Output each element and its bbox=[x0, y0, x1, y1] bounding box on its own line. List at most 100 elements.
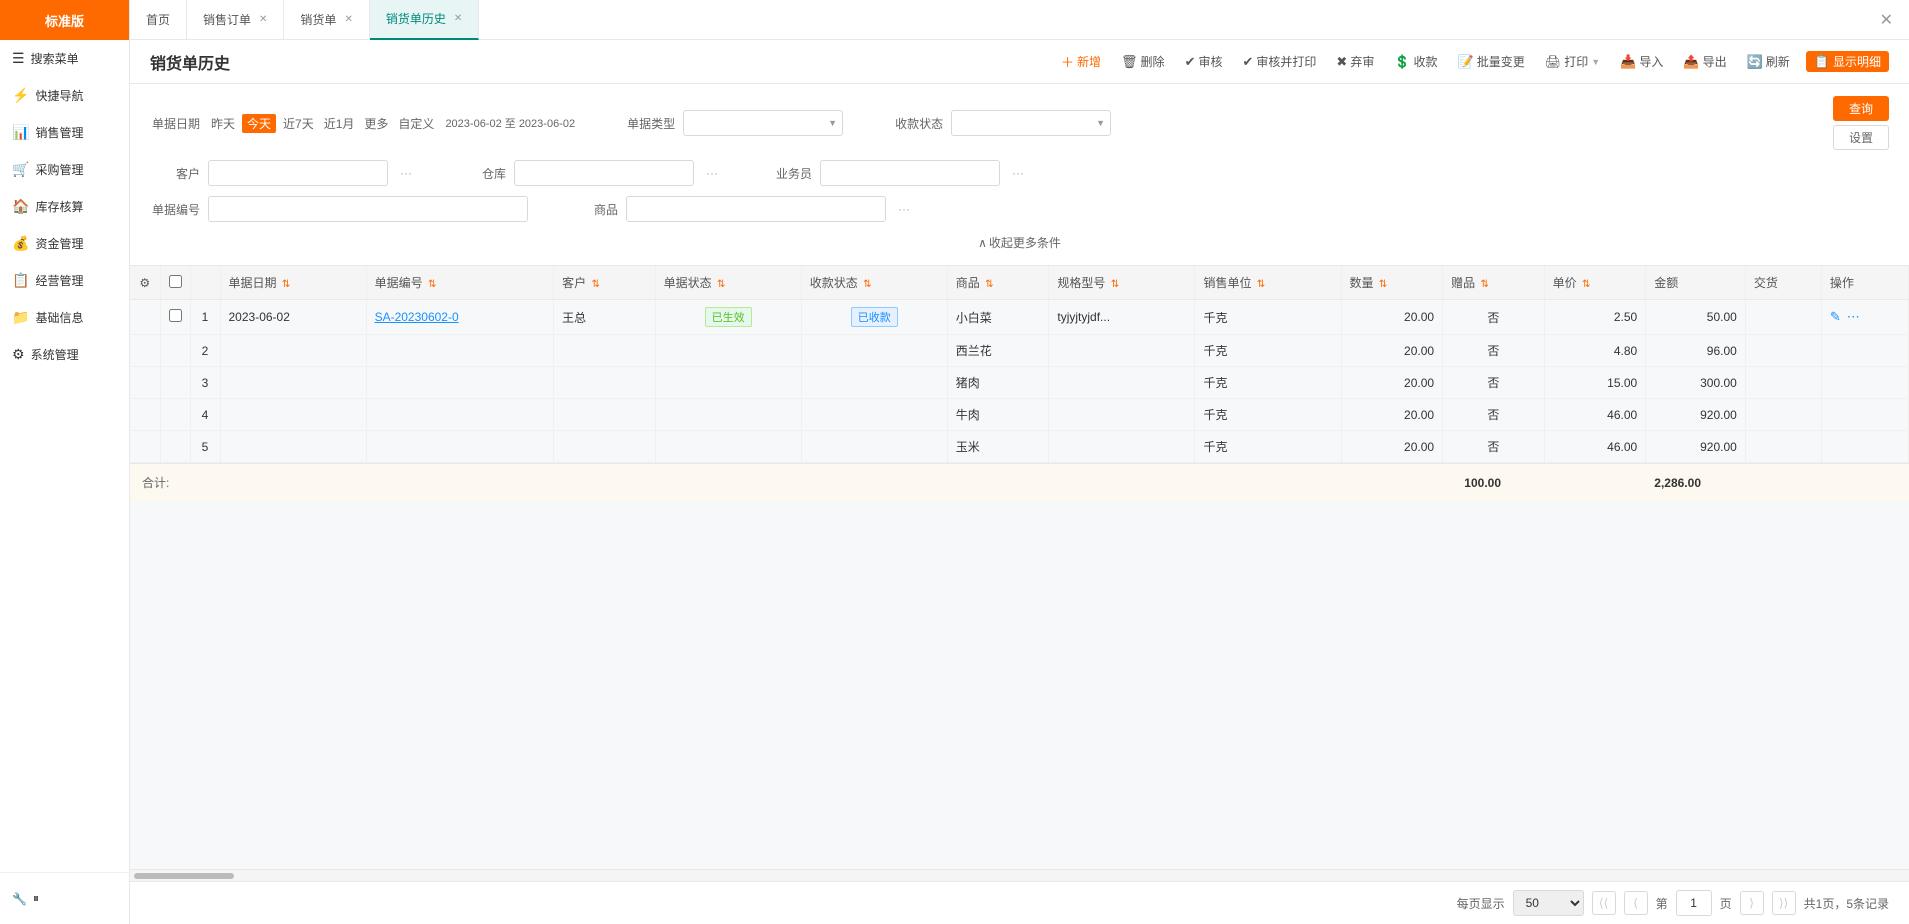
audit-print-button[interactable]: ✔ 审核并打印 bbox=[1238, 51, 1320, 72]
date-today[interactable]: 今天 bbox=[242, 114, 276, 133]
page-next-btn[interactable]: ⟩ bbox=[1740, 891, 1764, 915]
td-goods: 猪肉 bbox=[947, 367, 1049, 399]
refresh-button[interactable]: 🔄 刷新 bbox=[1743, 51, 1794, 72]
sidebar-item-purchase-mgmt[interactable]: 🛒 采购管理 bbox=[0, 151, 129, 188]
batch-change-button[interactable]: 📝 批量变更 bbox=[1454, 51, 1529, 72]
td-check bbox=[160, 367, 190, 399]
show-detail-button[interactable]: 📋 显示明细 bbox=[1806, 51, 1889, 72]
page-first-btn[interactable]: ⟨⟨ bbox=[1592, 891, 1616, 915]
doc-type-select[interactable] bbox=[683, 110, 843, 136]
collect-status-select[interactable] bbox=[951, 110, 1111, 136]
tab-close-sales-goods[interactable]: ✕ bbox=[344, 14, 352, 25]
print-icon: 🖨 bbox=[1545, 54, 1562, 70]
collect-button[interactable]: 💲 收款 bbox=[1390, 51, 1441, 72]
tab-close-sales-order[interactable]: ✕ bbox=[259, 14, 267, 25]
page-number-input[interactable] bbox=[1676, 890, 1712, 916]
th-goods[interactable]: 商品 ⇅ bbox=[947, 266, 1049, 300]
table-scroll-area[interactable]: ⚙ 单据日期 ⇅ 单据编号 ⇅ bbox=[130, 266, 1909, 869]
customer-ellipsis-btn[interactable]: ··· bbox=[396, 166, 416, 180]
page-last-btn[interactable]: ⟩⟩ bbox=[1772, 891, 1796, 915]
sidebar-item-inventory[interactable]: 🏠 库存核算 bbox=[0, 188, 129, 225]
sort-icon-unit-price: ⇅ bbox=[1582, 279, 1590, 290]
sidebar-settings-icon[interactable]: 🔧 ⏸ bbox=[0, 881, 129, 916]
th-doc-date[interactable]: 单据日期 ⇅ bbox=[220, 266, 366, 300]
sidebar-item-operations-mgmt[interactable]: 📋 经营管理 bbox=[0, 262, 129, 299]
edit-action-icon[interactable]: ✎ bbox=[1830, 309, 1841, 325]
page-size-select[interactable]: 50 10 20 100 bbox=[1513, 890, 1584, 916]
th-collect-status[interactable]: 收款状态 ⇅ bbox=[801, 266, 947, 300]
query-button[interactable]: 查询 bbox=[1833, 96, 1889, 121]
tab-sales-order[interactable]: 销售订单 ✕ bbox=[187, 0, 284, 40]
date-custom[interactable]: 自定义 bbox=[395, 114, 437, 133]
th-customer[interactable]: 客户 ⇅ bbox=[554, 266, 656, 300]
quick-nav-icon: ⚡ bbox=[12, 87, 29, 104]
th-amount: 金额 bbox=[1646, 266, 1746, 300]
sidebar-item-label: 资金管理 bbox=[35, 235, 83, 252]
goods-input[interactable] bbox=[626, 196, 886, 222]
import-button[interactable]: 📥 导入 bbox=[1616, 51, 1667, 72]
sidebar-item-basic-info[interactable]: 📁 基础信息 bbox=[0, 299, 129, 336]
td-qty: 20.00 bbox=[1341, 300, 1443, 335]
add-button[interactable]: ＋ 新增 bbox=[1057, 50, 1105, 73]
tab-close-sales-history[interactable]: ✕ bbox=[454, 13, 462, 24]
print-button[interactable]: 🖨 打印 ▼ bbox=[1541, 51, 1604, 72]
warehouse-input[interactable] bbox=[514, 160, 694, 186]
toolbar: ＋ 新增 🗑 删除 ✔ 审核 ✔ 审核并打印 ✖ 弃审 bbox=[1057, 50, 1889, 73]
th-doc-no[interactable]: 单据编号 ⇅ bbox=[366, 266, 554, 300]
sidebar-item-finance-mgmt[interactable]: 💰 资金管理 bbox=[0, 225, 129, 262]
date-last7[interactable]: 近7天 bbox=[280, 114, 317, 133]
salesperson-input[interactable] bbox=[820, 160, 1000, 186]
add-icon: ＋ bbox=[1061, 52, 1074, 71]
page-prev-btn[interactable]: ⟨ bbox=[1624, 891, 1648, 915]
filter-group-salesperson: 业务员 ··· bbox=[762, 160, 1028, 186]
th-doc-status[interactable]: 单据状态 ⇅ bbox=[655, 266, 801, 300]
sidebar: 标准版 ☰ 搜索菜单 ⚡ 快捷导航 📊 销售管理 🛒 采购管理 🏠 库存核算 💰… bbox=[0, 0, 130, 924]
sidebar-item-sales-mgmt[interactable]: 📊 销售管理 bbox=[0, 114, 129, 151]
salesperson-ellipsis-btn[interactable]: ··· bbox=[1008, 166, 1028, 180]
goods-ellipsis-btn[interactable]: ··· bbox=[894, 202, 914, 216]
th-sales-unit[interactable]: 销售单位 ⇅ bbox=[1195, 266, 1341, 300]
delete-button[interactable]: 🗑 删除 bbox=[1117, 51, 1169, 72]
sidebar-item-system-mgmt[interactable]: ⚙ 系统管理 bbox=[0, 336, 129, 373]
row-checkbox[interactable] bbox=[169, 309, 182, 322]
tab-home[interactable]: 首页 bbox=[130, 0, 187, 40]
filter-group-customer: 客户 ··· bbox=[150, 160, 416, 186]
set-button[interactable]: 设置 bbox=[1833, 125, 1889, 150]
th-row-no bbox=[190, 266, 220, 300]
sort-icon-gift: ⇅ bbox=[1480, 279, 1488, 290]
td-config bbox=[130, 300, 160, 335]
doc-number-input[interactable] bbox=[208, 196, 528, 222]
doc-no-link[interactable]: SA-20230602-0 bbox=[375, 310, 459, 324]
collapse-button[interactable]: ∧ 收起更多条件 bbox=[150, 232, 1889, 253]
doc-status-badge: 已生效 bbox=[705, 307, 752, 327]
date-more[interactable]: 更多 bbox=[361, 114, 391, 133]
select-all-checkbox[interactable] bbox=[169, 275, 182, 288]
audit-button[interactable]: ✔ 审核 bbox=[1181, 51, 1227, 72]
td-doc-no bbox=[366, 367, 554, 399]
td-collect-status bbox=[801, 399, 947, 431]
td-qty: 20.00 bbox=[1341, 399, 1443, 431]
scrollbar-thumb[interactable] bbox=[134, 873, 234, 879]
tab-sales-goods[interactable]: 销货单 ✕ bbox=[284, 0, 369, 40]
customer-input[interactable] bbox=[208, 160, 388, 186]
more-action-icon[interactable]: ⋯ bbox=[1847, 309, 1860, 325]
export-button[interactable]: 📤 导出 bbox=[1679, 51, 1730, 72]
abandon-button[interactable]: ✖ 弃审 bbox=[1332, 51, 1378, 72]
horizontal-scrollbar[interactable] bbox=[130, 869, 1909, 881]
sidebar-item-search-menu[interactable]: ☰ 搜索菜单 bbox=[0, 40, 129, 77]
th-unit-price[interactable]: 单价 ⇅ bbox=[1544, 266, 1646, 300]
tab-sales-history[interactable]: 销货单历史 ✕ bbox=[370, 0, 479, 40]
tab-bar-close-btn[interactable]: ✕ bbox=[1864, 10, 1909, 30]
warehouse-ellipsis-btn[interactable]: ··· bbox=[702, 166, 722, 180]
th-config[interactable]: ⚙ bbox=[130, 266, 160, 300]
date-last-month[interactable]: 近1月 bbox=[321, 114, 358, 133]
th-spec[interactable]: 规格型号 ⇅ bbox=[1049, 266, 1195, 300]
td-action bbox=[1821, 335, 1908, 367]
sort-icon-goods: ⇅ bbox=[985, 279, 993, 290]
th-qty[interactable]: 数量 ⇅ bbox=[1341, 266, 1443, 300]
sidebar-item-quick-nav[interactable]: ⚡ 快捷导航 bbox=[0, 77, 129, 114]
th-gift[interactable]: 赠品 ⇅ bbox=[1443, 266, 1545, 300]
filter-row-3: 单据编号 商品 ··· bbox=[150, 196, 1889, 222]
date-yesterday[interactable]: 昨天 bbox=[208, 114, 238, 133]
filter-group-goods: 商品 ··· bbox=[568, 196, 914, 222]
